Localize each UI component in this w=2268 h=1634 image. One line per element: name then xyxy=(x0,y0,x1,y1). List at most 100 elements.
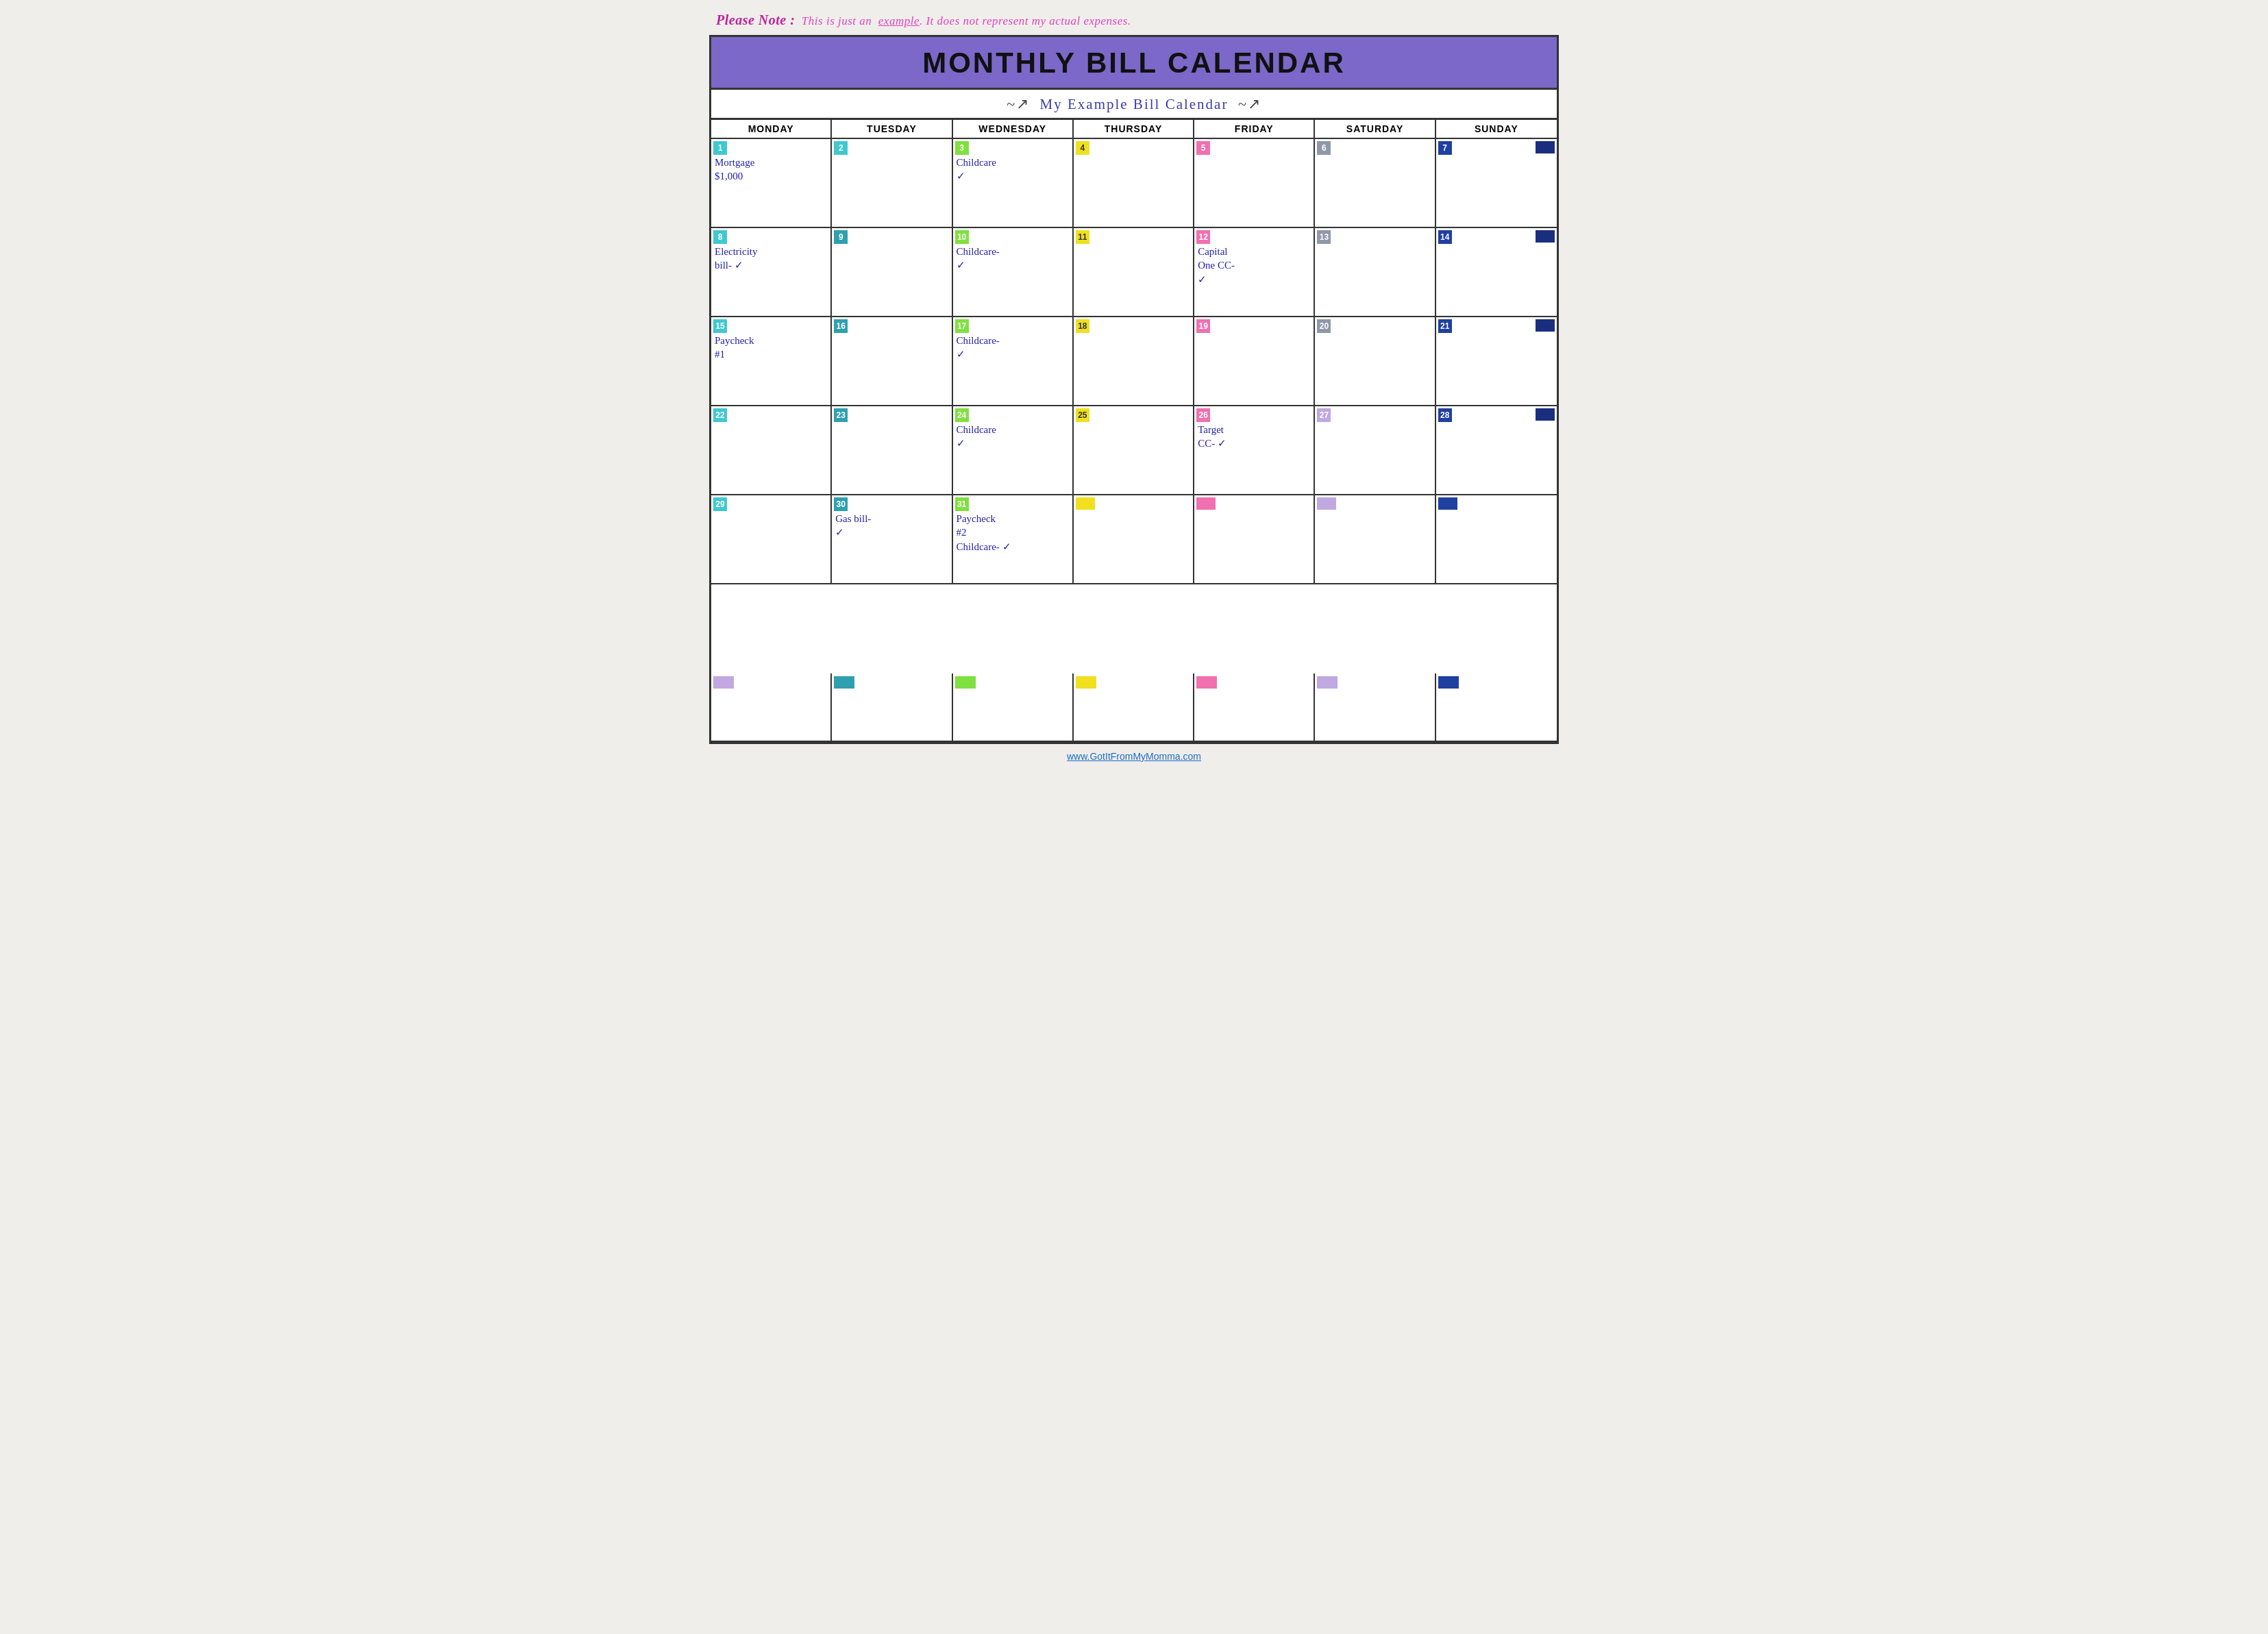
day-num-4: 4 xyxy=(1076,141,1089,155)
cal-cell-24: 24Childcare✓ xyxy=(953,406,1074,495)
cal-cell-30: 30Gas bill-✓ xyxy=(832,495,952,584)
header-monday: MONDAY xyxy=(711,120,832,138)
calendar-title: MONTHLY BILL CALENDAR xyxy=(711,37,1557,90)
day-num-29: 29 xyxy=(713,497,727,511)
cal-cell-26: 26TargetCC- ✓ xyxy=(1194,406,1315,495)
day-num-7: 7 xyxy=(1438,141,1452,155)
cal-cell-21: 21 xyxy=(1436,317,1557,406)
day-num-5: 5 xyxy=(1196,141,1210,155)
sunday-badge xyxy=(1536,319,1555,332)
day-num-22: 22 xyxy=(713,408,727,422)
cell-note-26: TargetCC- ✓ xyxy=(1198,423,1310,451)
day-num-24: 24 xyxy=(955,408,969,422)
cell-note-8: Electricitybill- ✓ xyxy=(715,245,827,273)
footer-color-tab xyxy=(955,676,976,689)
footer-color-tab xyxy=(1076,676,1096,689)
cal-cell-2: 2 xyxy=(832,139,952,228)
cal-cell-14: 14 xyxy=(1436,228,1557,317)
day-num-8: 8 xyxy=(713,230,727,244)
cal-cell-27: 27 xyxy=(1315,406,1435,495)
day-num-9: 9 xyxy=(834,230,848,244)
color-tab-empty xyxy=(1438,497,1457,510)
day-num-26: 26 xyxy=(1196,408,1210,422)
cal-cell-17: 17Childcare-✓ xyxy=(953,317,1074,406)
cal-cell-1: 1Mortgage$1,000 xyxy=(711,139,832,228)
sunday-badge xyxy=(1536,408,1555,421)
day-num-28: 28 xyxy=(1438,408,1452,422)
day-num-31: 31 xyxy=(955,497,969,511)
footer-cell-3 xyxy=(1074,673,1194,742)
day-num-19: 19 xyxy=(1196,319,1210,333)
day-num-13: 13 xyxy=(1317,230,1331,244)
cal-cell-11: 11 xyxy=(1074,228,1194,317)
squiggle-left: ~↗ xyxy=(1007,95,1030,112)
day-num-10: 10 xyxy=(955,230,969,244)
cal-cell-29: 29 xyxy=(711,495,832,584)
website-link[interactable]: www.GotItFromMyMomma.com xyxy=(1067,751,1201,766)
cal-cell-12: 12CapitalOne CC-✓ xyxy=(1194,228,1315,317)
day-num-1: 1 xyxy=(713,141,727,155)
cal-cell-20: 20 xyxy=(1315,317,1435,406)
cal-cell-23: 23 xyxy=(832,406,952,495)
day-num-11: 11 xyxy=(1076,230,1089,244)
day-num-23: 23 xyxy=(834,408,848,422)
note-rest: . It does not represent my actual expens… xyxy=(920,14,1131,27)
note-example: example xyxy=(878,14,920,27)
cell-note-10: Childcare-✓ xyxy=(957,245,1069,273)
cell-note-1: Mortgage$1,000 xyxy=(715,156,827,184)
day-num-12: 12 xyxy=(1196,230,1210,244)
cell-note-24: Childcare✓ xyxy=(957,423,1069,451)
cal-cell-18: 18 xyxy=(1074,317,1194,406)
cal-cell-13: 13 xyxy=(1315,228,1435,317)
cell-note-30: Gas bill-✓ xyxy=(835,512,948,540)
cal-cell-empty xyxy=(1436,495,1557,584)
day-num-16: 16 xyxy=(834,319,848,333)
footer-cell-5 xyxy=(1315,673,1435,742)
cal-cell-10: 10Childcare-✓ xyxy=(953,228,1074,317)
header-friday: FRIDAY xyxy=(1194,120,1315,138)
sunday-badge xyxy=(1536,230,1555,243)
cal-cell-16: 16 xyxy=(832,317,952,406)
footer-color-tab xyxy=(713,676,734,689)
cal-cell-19: 19 xyxy=(1194,317,1315,406)
footer-cell-0 xyxy=(711,673,832,742)
header-thursday: THURSDAY xyxy=(1074,120,1194,138)
footer-cell-4 xyxy=(1194,673,1315,742)
calendar-subtitle: ~↗ My Example Bill Calendar ~↗ xyxy=(711,90,1557,120)
color-tab-empty xyxy=(1196,497,1216,510)
day-num-20: 20 xyxy=(1317,319,1331,333)
day-num-25: 25 xyxy=(1076,408,1089,422)
cal-cell-5: 5 xyxy=(1194,139,1315,228)
color-tab-empty xyxy=(1317,497,1336,510)
cal-cell-empty xyxy=(1194,495,1315,584)
day-num-6: 6 xyxy=(1317,141,1331,155)
cal-cell-6: 6 xyxy=(1315,139,1435,228)
cal-cell-25: 25 xyxy=(1074,406,1194,495)
subtitle-text: My Example Bill Calendar xyxy=(1040,96,1229,112)
day-num-18: 18 xyxy=(1076,319,1089,333)
calendar-grid: 1Mortgage$1,000 23 Childcare✓ 4 5 6 7 8Electric… xyxy=(711,139,1557,673)
calendar-wrapper: MONTHLY BILL CALENDAR ~↗ My Example Bill… xyxy=(709,35,1559,744)
day-num-2: 2 xyxy=(834,141,848,155)
cal-cell-9: 9 xyxy=(832,228,952,317)
day-num-21: 21 xyxy=(1438,319,1452,333)
footer-cell-1 xyxy=(832,673,952,742)
cal-cell-empty xyxy=(1074,495,1194,584)
day-num-30: 30 xyxy=(834,497,848,511)
cal-cell-8: 8Electricitybill- ✓ xyxy=(711,228,832,317)
footer-color-tab xyxy=(834,676,854,689)
day-num-14: 14 xyxy=(1438,230,1452,244)
cal-cell-22: 22 xyxy=(711,406,832,495)
footer-cell-6 xyxy=(1436,673,1557,742)
color-tab-empty xyxy=(1076,497,1095,510)
day-num-27: 27 xyxy=(1317,408,1331,422)
header-wednesday: WEDNESDAY xyxy=(953,120,1074,138)
cell-note-15: Paycheck#1 xyxy=(715,334,827,362)
cell-note-12: CapitalOne CC-✓ xyxy=(1198,245,1310,286)
cell-note-3: Childcare✓ xyxy=(957,156,1069,184)
squiggle-right: ~↗ xyxy=(1238,95,1261,112)
footer-color-tab xyxy=(1438,676,1459,689)
cell-note-17: Childcare-✓ xyxy=(957,334,1069,362)
cal-cell-31: 31Paycheck#2Childcare- ✓ xyxy=(953,495,1074,584)
day-num-15: 15 xyxy=(713,319,727,333)
